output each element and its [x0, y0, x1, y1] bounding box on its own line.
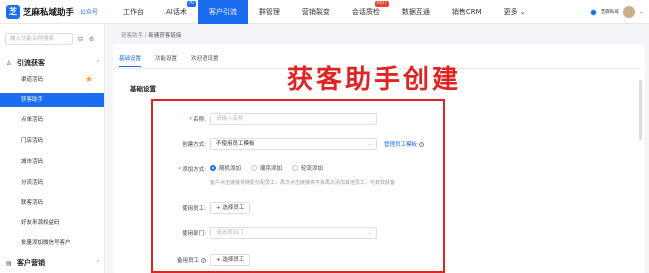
chevron-down-icon: ⌄ [367, 141, 372, 147]
chevron-down-icon: ⌄ [367, 230, 372, 236]
calendar-icon: ▤ [6, 259, 12, 267]
org-icon [589, 8, 597, 16]
avatar[interactable] [622, 6, 635, 18]
breadcrumb-parent[interactable]: 获客助手 [121, 33, 143, 39]
app-logo-icon: 芝 [6, 4, 20, 19]
nav-group-management[interactable]: 群管理 [248, 0, 291, 24]
brand[interactable]: 芝 芝麻私域助手 公众号 [0, 4, 112, 19]
section-title: 基础设置 [130, 85, 156, 93]
create-mode-select[interactable]: 不使用员工模板 ⌄ [210, 138, 377, 150]
org-name: 芝麻私域 [600, 10, 619, 15]
radio-unchecked-icon [251, 165, 258, 171]
radio-random-add[interactable]: 随机添加 [210, 164, 241, 172]
user-icon: ♙ [6, 59, 12, 67]
sidebar-item-store-code[interactable]: 门店活码 [0, 134, 104, 148]
nav-workbench[interactable]: 工作台 [112, 0, 155, 24]
tab-welcome-settings[interactable]: 欢迎语设置 [191, 54, 219, 67]
nav-marketing-fission[interactable]: 营销裂变 [291, 0, 341, 24]
sidebar-group-marketing[interactable]: ▤ 客户营销 ⌃ [6, 258, 102, 268]
star-icon[interactable]: ★ [85, 73, 93, 87]
sidebar-group-traffic[interactable]: ♙ 引流获客 ⌃ [6, 58, 102, 68]
dept-select[interactable]: 请选择部门 ⌄ [210, 227, 377, 239]
breadcrumb-separator: / [144, 33, 147, 39]
radio-rotate-add[interactable]: 轮流添加 [292, 164, 323, 172]
help-icon[interactable]: ? [419, 142, 425, 147]
sidebar-item-contact-code[interactable]: 联客活码 [0, 196, 104, 210]
chevron-down-icon: ⌄ [638, 9, 643, 15]
function-search-input[interactable]: 输入功能名称搜索 [5, 33, 73, 45]
radio-unchecked-icon [292, 165, 299, 171]
lock-icon[interactable]: ⊟ [77, 36, 84, 43]
add-mode-label: *添加方式: [178, 167, 206, 173]
add-mode-radio-group: 随机添加 顺序添加 轮流添加 [210, 164, 323, 172]
radio-sequential-add[interactable]: 顺序添加 [251, 164, 282, 172]
main-nav: 工作台 AI话术 AI 客户引流 群管理 营销裂变 会话质检 HOT 数据互通 销售… [112, 0, 537, 24]
manage-staff-template-link[interactable]: 管理员工模板? [384, 140, 425, 148]
nav-session-qc[interactable]: 会话质检 HOT [341, 0, 391, 24]
annotation-highlight-box [151, 99, 445, 273]
settings-tabs: 基础设置 功能设置 欢迎语设置 [119, 54, 233, 67]
overlay-annotation-title: 获客助手创建 [287, 65, 462, 95]
select-backup-staff-button[interactable]: + 选择员工 [210, 254, 251, 266]
ai-badge: AI [187, 0, 196, 7]
nav-data-interop[interactable]: 数据互通 [391, 0, 441, 24]
scrollbar[interactable] [639, 80, 642, 140]
chevron-down-icon: ⌄ [519, 7, 526, 16]
main-card: 基础设置 功能设置 欢迎语设置 获客助手创建 基础设置 *名称: 请输入名称 创… [113, 44, 645, 273]
tab-basic-settings[interactable]: 基础设置 [119, 54, 142, 67]
breadcrumb: 获客助手 / 新建获客链接 [121, 31, 181, 39]
sidebar-item-order-code[interactable]: 点单活码 [0, 113, 104, 127]
user-area[interactable]: 芝麻私域 ⌄ [589, 0, 643, 24]
select-staff-button[interactable]: + 选择员工 [210, 202, 251, 214]
hot-badge: HOT [375, 0, 389, 7]
app-name: 芝麻私域助手 [23, 7, 75, 18]
nav-sales-crm[interactable]: 销售CRM [441, 0, 493, 24]
sidebar-item-acquisition-assistant[interactable]: 获客助手 [0, 93, 104, 107]
nav-ai-script[interactable]: AI话术 AI [155, 0, 198, 24]
name-input[interactable]: 请输入名称 [210, 113, 377, 125]
sidebar-search: 输入功能名称搜索 ⊟ ⚙ [5, 33, 100, 45]
sidebar-item-friend-source-code[interactable]: 好友来源权益码 [0, 216, 104, 230]
top-bar: 芝 芝麻私域助手 公众号 工作台 AI话术 AI 客户引流 群管理 营销裂变 会话… [0, 0, 649, 24]
staff-label: 使用员工: [182, 206, 206, 212]
sidebar-item-split-code[interactable]: 分流活码 [0, 176, 104, 190]
name-label: *名称: [189, 117, 206, 123]
nav-customer-traffic[interactable]: 客户引流 [197, 0, 248, 24]
chevron-up-icon: ⌃ [95, 260, 100, 266]
sidebar-item-bulk-add-wechat[interactable]: 批量添加微信号客户 [0, 236, 104, 250]
help-icon[interactable]: ? [201, 258, 206, 263]
chevron-up-icon: ⌃ [95, 60, 100, 66]
tab-function-settings[interactable]: 功能设置 [155, 54, 177, 67]
dept-label: 使用部门: [182, 231, 206, 237]
sidebar-item-city-code[interactable]: 城市活码 [0, 155, 104, 169]
backup-staff-label: 备用员工? [176, 258, 206, 264]
breadcrumb-current: 新建获客链接 [148, 33, 182, 39]
settings-icon[interactable]: ⚙ [88, 36, 95, 43]
gzh-link[interactable]: 公众号 [80, 7, 98, 16]
create-mode-label: 创建方式: [182, 142, 206, 148]
add-mode-hint: 客户点击链接将随机分配员工，再次点击链接将不会再次添加其他员工，可有效获客 [210, 180, 396, 186]
sidebar: 输入功能名称搜索 ⊟ ⚙ ♙ 引流获客 ⌃ 渠道活码 ★ 获客助手 点单活码 门… [0, 24, 105, 273]
nav-more[interactable]: 更多 ⌄ [493, 0, 537, 24]
radio-checked-icon [210, 165, 216, 171]
sidebar-item-channel-code[interactable]: 渠道活码 ★ [0, 73, 104, 87]
